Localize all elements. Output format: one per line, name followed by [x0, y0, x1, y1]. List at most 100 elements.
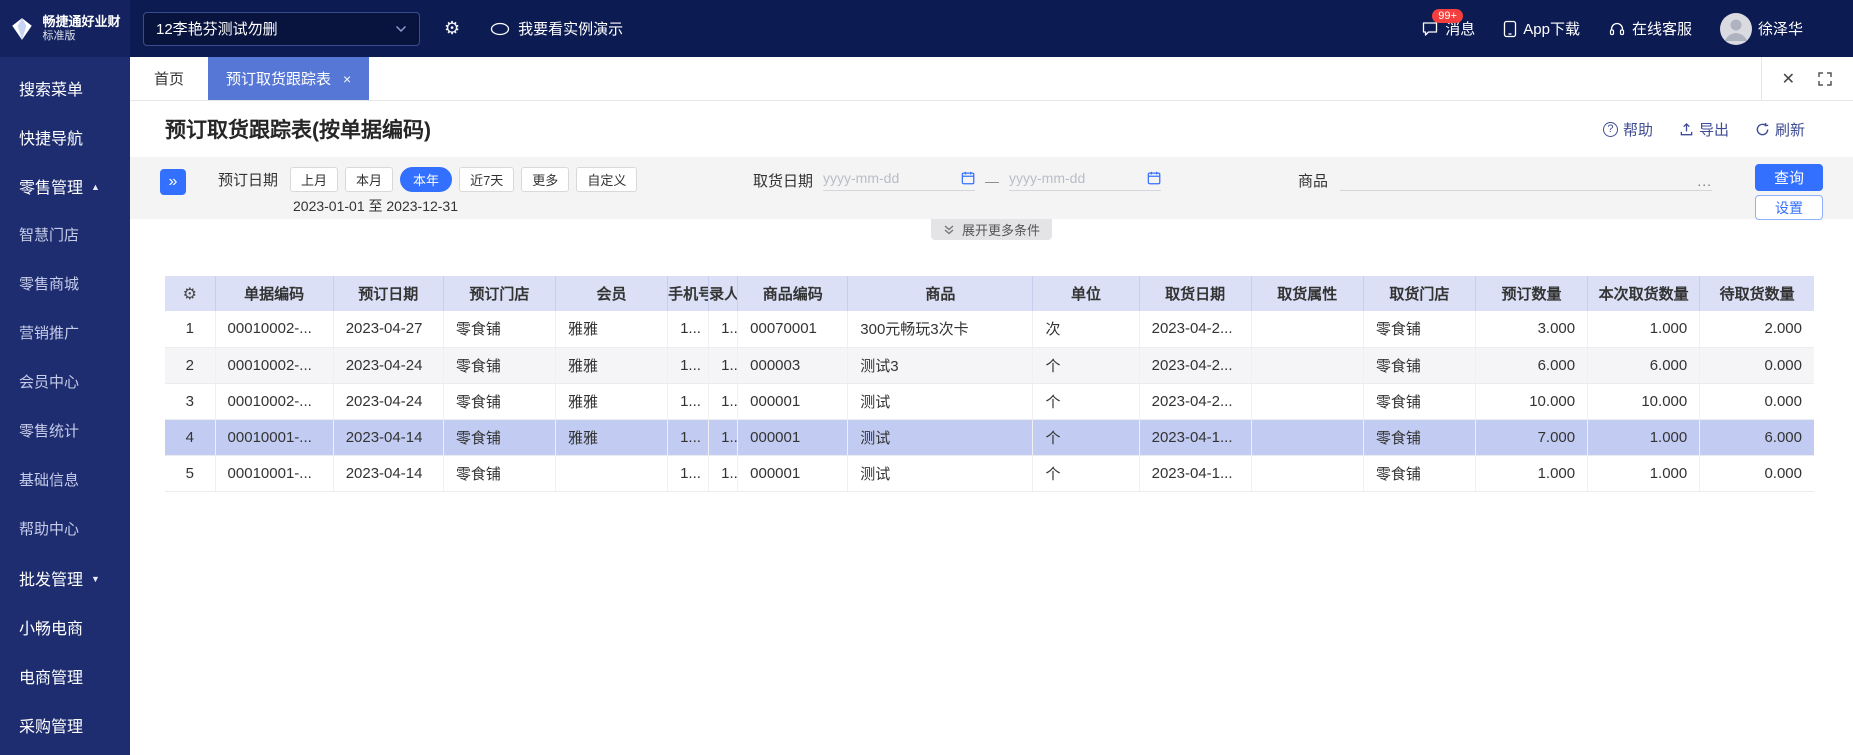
table-cell: 2023-04-24	[333, 347, 444, 384]
org-selector-value: 12李艳芬测试勿删	[156, 21, 278, 38]
table-cell: 1...	[708, 383, 739, 420]
table-cell: 1.000	[1587, 455, 1701, 492]
table-cell: 2023-04-1...	[1139, 455, 1252, 492]
tab-active[interactable]: 预订取货跟踪表 ×	[208, 57, 370, 100]
tab-home[interactable]: 首页	[130, 57, 208, 100]
column-header[interactable]: 单据编码	[215, 276, 334, 311]
sidebar-item[interactable]: 快捷导航	[0, 112, 130, 161]
table-cell	[555, 455, 669, 492]
table-cell	[1251, 455, 1364, 492]
sidebar-item[interactable]: 营销推广	[0, 308, 130, 357]
table-cell: 零食铺	[443, 347, 556, 384]
grid-header-row: ⚙单据编码预订日期预订门店会员手机号\登录人电商品编码商品单位取货日期取货属性取…	[165, 276, 1814, 311]
quick-range-button[interactable]: 自定义	[576, 167, 638, 192]
sidebar-item-label: 基础信息	[19, 472, 80, 489]
chevron-down-icon: ▼	[91, 573, 100, 584]
gear-icon[interactable]: ⚙	[444, 18, 460, 39]
app-download-button[interactable]: App下载	[1503, 18, 1580, 39]
table-row[interactable]: 200010002-...2023-04-24零食铺雅雅1...1...0000…	[165, 347, 1814, 384]
table-cell: 5	[165, 455, 216, 492]
logo-title: 畅捷通好业财	[42, 13, 121, 29]
export-icon	[1680, 122, 1693, 135]
logo-subtitle: 标准版	[42, 29, 76, 42]
sidebar-item-label: 帮助中心	[19, 521, 80, 538]
sidebar-item[interactable]: 智慧门店	[0, 210, 130, 259]
demo-link[interactable]: 我要看实例演示	[490, 18, 623, 39]
query-button[interactable]: 查询	[1755, 164, 1823, 191]
column-header[interactable]: 预订门店	[443, 276, 556, 311]
sidebar-item[interactable]: 会员中心	[0, 357, 130, 406]
column-header[interactable]: 会员	[555, 276, 669, 311]
column-header[interactable]: 手机号\登	[667, 276, 710, 311]
table-cell: 测试	[847, 383, 1034, 420]
column-header[interactable]: 预订日期	[333, 276, 444, 311]
column-header[interactable]: 商品	[847, 276, 1034, 311]
help-button[interactable]: ? 帮助	[1602, 119, 1653, 140]
column-header[interactable]: 预订数量	[1475, 276, 1589, 311]
column-header[interactable]: 待取货数量	[1699, 276, 1814, 311]
table-cell: 300元畅玩3次卡	[847, 311, 1034, 348]
table-cell: 个	[1032, 455, 1140, 492]
logo-text: 畅捷通好业财 标准版	[42, 14, 120, 44]
column-header[interactable]: 取货门店	[1363, 276, 1476, 311]
sidebar-item[interactable]: 帮助中心	[0, 504, 130, 553]
org-selector[interactable]: 12李艳芬测试勿删	[143, 11, 420, 46]
column-header[interactable]: 取货日期	[1139, 276, 1252, 311]
table-row[interactable]: 500010001-...2023-04-14零食铺1...1...000001…	[165, 455, 1814, 492]
column-header[interactable]: 录人电	[708, 276, 739, 311]
sidebar-item[interactable]: 零售商城	[0, 259, 130, 308]
product-field[interactable]: ...	[1340, 170, 1713, 191]
calendar-icon[interactable]	[1147, 170, 1161, 186]
table-row[interactable]: 100010002-...2023-04-27零食铺雅雅1...1...0007…	[165, 311, 1814, 348]
messages-button[interactable]: 99+ 消息	[1421, 8, 1475, 39]
column-header[interactable]: 取货属性	[1251, 276, 1364, 311]
sidebar-item[interactable]: 采购管理	[0, 700, 130, 749]
sidebar-item[interactable]: 搜索菜单	[0, 63, 130, 112]
product-picker-button[interactable]: ...	[1697, 174, 1712, 188]
collapse-filter-button[interactable]: »	[160, 169, 186, 195]
pickup-date-to-field[interactable]	[1009, 170, 1162, 191]
table-cell: 零食铺	[1363, 419, 1476, 456]
demo-label: 我要看实例演示	[518, 21, 624, 38]
pickup-date-from-input[interactable]	[823, 170, 957, 186]
sidebar-item[interactable]: 零售统计	[0, 406, 130, 455]
expand-more-button[interactable]: 展开更多条件	[930, 219, 1052, 240]
quick-range-button[interactable]: 近7天	[459, 167, 515, 192]
table-cell: 零食铺	[443, 419, 556, 456]
avatar-person-icon	[1719, 12, 1752, 45]
column-settings-gear-icon[interactable]: ⚙	[165, 276, 216, 311]
pickup-date-to-input[interactable]	[1009, 170, 1143, 186]
quick-range-button[interactable]: 上月	[290, 167, 339, 192]
online-service-button[interactable]: 在线客服	[1608, 18, 1692, 39]
column-header[interactable]: 本次取货数量	[1587, 276, 1701, 311]
settings-button[interactable]: 设置	[1755, 195, 1823, 220]
sidebar-item[interactable]: 批发管理 ▼	[0, 553, 130, 602]
avatar	[1719, 12, 1752, 45]
table-row[interactable]: 300010002-...2023-04-24零食铺雅雅1...1...0000…	[165, 383, 1814, 420]
export-button[interactable]: 导出	[1679, 119, 1729, 140]
message-icon-wrap: 99+	[1421, 8, 1463, 38]
table-cell: 雅雅	[555, 347, 669, 384]
pickup-date-from-field[interactable]	[823, 170, 976, 191]
tab-close-icon[interactable]: ×	[343, 71, 351, 87]
sidebar-item[interactable]: 基础信息	[0, 455, 130, 504]
quick-range-button[interactable]: 本年	[400, 167, 453, 192]
close-all-icon[interactable]: ✕	[1782, 69, 1795, 89]
table-cell: 6.000	[1699, 419, 1814, 456]
sidebar-item[interactable]: 电商管理	[0, 651, 130, 700]
refresh-button[interactable]: 刷新	[1755, 119, 1805, 140]
calendar-icon[interactable]	[961, 170, 975, 186]
product-input[interactable]	[1340, 170, 1694, 186]
table-row[interactable]: 400010001-...2023-04-14零食铺雅雅1...1...0000…	[165, 419, 1814, 456]
title-actions: ? 帮助 导出 刷新	[1602, 119, 1805, 140]
column-header[interactable]: 单位	[1032, 276, 1140, 311]
quick-range-button[interactable]: 更多	[521, 167, 570, 192]
sidebar-item[interactable]: 小畅电商	[0, 602, 130, 651]
fullscreen-icon[interactable]	[1817, 71, 1833, 87]
quick-range-button[interactable]: 本月	[345, 167, 394, 192]
user-menu[interactable]: 徐泽华	[1719, 12, 1803, 45]
product-label: 商品	[1298, 173, 1329, 190]
sidebar-item[interactable]: 零售管理 ▲	[0, 161, 130, 210]
column-header[interactable]: 商品编码	[737, 276, 849, 311]
table-cell: 零食铺	[1363, 383, 1476, 420]
